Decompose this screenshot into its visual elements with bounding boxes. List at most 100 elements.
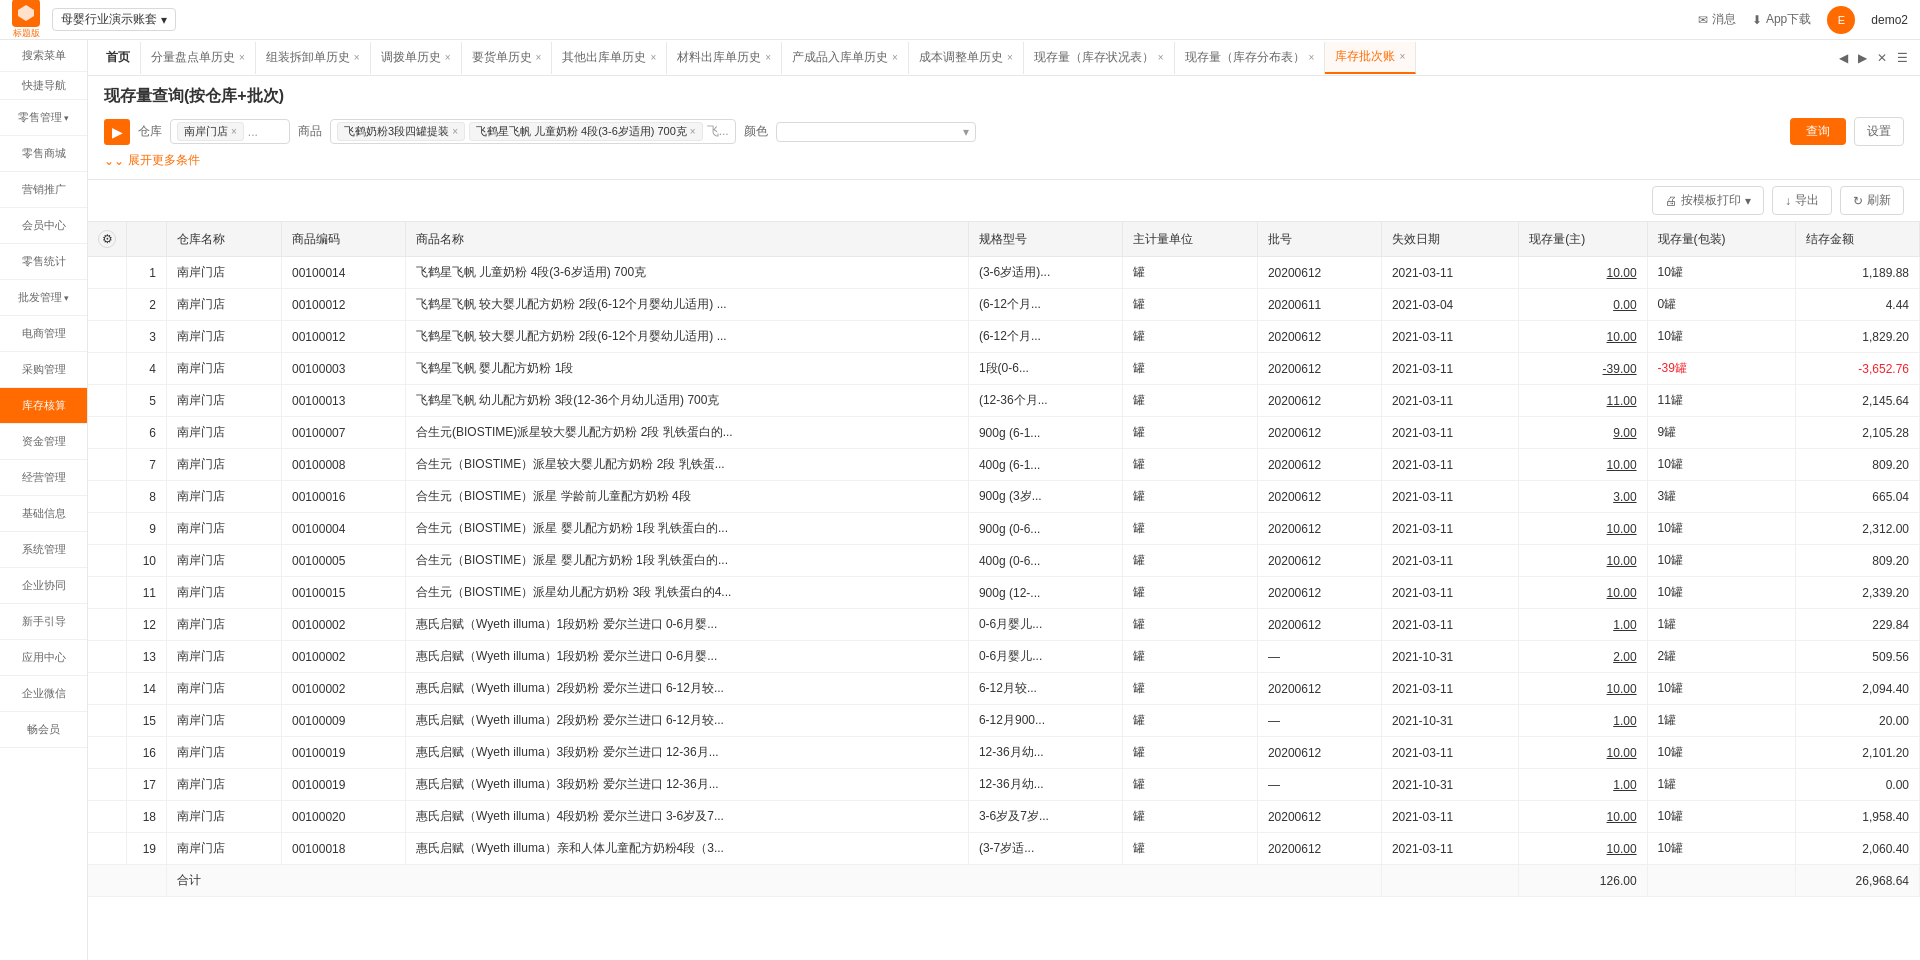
tab-9-close[interactable]: × <box>1158 52 1164 63</box>
tab-8[interactable]: 成本调整单历史 × <box>909 42 1024 74</box>
tab-5-close[interactable]: × <box>650 52 656 63</box>
row-qty-main[interactable]: 0.00 <box>1519 289 1647 321</box>
tab-11-close[interactable]: × <box>1399 51 1405 62</box>
row-settings[interactable] <box>88 769 127 801</box>
tab-1[interactable]: 分量盘点单历史 × <box>141 42 256 74</box>
query-button[interactable]: 查询 <box>1790 118 1846 145</box>
tab-11[interactable]: 库存批次账 × <box>1325 42 1416 74</box>
tab-10[interactable]: 现存量（库存分布表） × <box>1175 42 1326 74</box>
row-qty-main[interactable]: 11.00 <box>1519 385 1647 417</box>
tab-close-all-btn[interactable]: ✕ <box>1873 49 1891 67</box>
row-settings[interactable] <box>88 353 127 385</box>
row-qty-main[interactable]: 10.00 <box>1519 801 1647 833</box>
settings-button[interactable]: 设置 <box>1854 117 1904 146</box>
refresh-button[interactable]: ↻ 刷新 <box>1840 186 1904 215</box>
row-settings[interactable] <box>88 705 127 737</box>
sidebar-item-wholesale[interactable]: 批发管理 ▾ <box>0 280 87 316</box>
sidebar-item-inventory[interactable]: 库存核算 <box>0 388 87 424</box>
tab-3[interactable]: 调拨单历史 × <box>371 42 462 74</box>
row-qty-main[interactable]: 10.00 <box>1519 833 1647 865</box>
tab-next-btn[interactable]: ▶ <box>1854 49 1871 67</box>
tab-4-close[interactable]: × <box>536 52 542 63</box>
row-qty-main[interactable]: 10.00 <box>1519 513 1647 545</box>
row-qty-main[interactable]: 10.00 <box>1519 449 1647 481</box>
row-settings[interactable] <box>88 289 127 321</box>
sidebar-item-enterprise[interactable]: 企业协同 <box>0 568 87 604</box>
row-settings[interactable] <box>88 481 127 513</box>
goods-tag-1-close[interactable]: × <box>690 126 696 137</box>
sidebar-item-marketing[interactable]: 营销推广 <box>0 172 87 208</box>
tab-3-close[interactable]: × <box>445 52 451 63</box>
row-settings[interactable] <box>88 417 127 449</box>
sidebar-item-retail-stats[interactable]: 零售统计 <box>0 244 87 280</box>
row-qty-main[interactable]: 10.00 <box>1519 257 1647 289</box>
row-qty-main[interactable]: 1.00 <box>1519 705 1647 737</box>
user-avatar[interactable]: E <box>1827 6 1855 34</box>
sidebar-item-wechat[interactable]: 企业微信 <box>0 676 87 712</box>
row-qty-main[interactable]: 9.00 <box>1519 417 1647 449</box>
row-qty-main[interactable]: 1.00 <box>1519 769 1647 801</box>
tab-6-close[interactable]: × <box>765 52 771 63</box>
tab-prev-btn[interactable]: ◀ <box>1835 49 1852 67</box>
goods-tag-0-close[interactable]: × <box>452 126 458 137</box>
row-settings[interactable] <box>88 385 127 417</box>
sidebar-item-system[interactable]: 系统管理 <box>0 532 87 568</box>
tab-menu-btn[interactable]: ☰ <box>1893 49 1912 67</box>
row-settings[interactable] <box>88 833 127 865</box>
row-qty-main[interactable]: 2.00 <box>1519 641 1647 673</box>
breadcrumb-select[interactable]: 母婴行业演示账套 ▾ <box>52 8 176 31</box>
tab-7[interactable]: 产成品入库单历史 × <box>782 42 909 74</box>
row-settings[interactable] <box>88 545 127 577</box>
row-settings[interactable] <box>88 449 127 481</box>
sidebar-item-app-center[interactable]: 应用中心 <box>0 640 87 676</box>
sidebar-item-operations[interactable]: 经营管理 <box>0 460 87 496</box>
sidebar-item-retail-shop[interactable]: 零售商城 <box>0 136 87 172</box>
sidebar-item-basic-info[interactable]: 基础信息 <box>0 496 87 532</box>
row-settings[interactable] <box>88 321 127 353</box>
tab-10-close[interactable]: × <box>1309 52 1315 63</box>
row-qty-main[interactable]: 10.00 <box>1519 737 1647 769</box>
row-settings[interactable] <box>88 513 127 545</box>
row-settings[interactable] <box>88 641 127 673</box>
row-qty-main[interactable]: 10.00 <box>1519 545 1647 577</box>
row-settings[interactable] <box>88 737 127 769</box>
row-settings[interactable] <box>88 577 127 609</box>
row-qty-main[interactable]: 10.00 <box>1519 673 1647 705</box>
row-qty-main[interactable]: 10.00 <box>1519 321 1647 353</box>
export-button[interactable]: ↓ 导出 <box>1772 186 1832 215</box>
th-settings[interactable]: ⚙ <box>88 222 127 257</box>
sidebar-item-nav[interactable]: 快捷导航 <box>0 72 87 100</box>
tab-5[interactable]: 其他出库单历史 × <box>552 42 667 74</box>
sidebar-item-member-plus[interactable]: 畅会员 <box>0 712 87 748</box>
tab-2-close[interactable]: × <box>354 52 360 63</box>
sidebar-item-finance[interactable]: 资金管理 <box>0 424 87 460</box>
print-button[interactable]: 🖨 按模板打印 ▾ <box>1652 186 1764 215</box>
tab-4[interactable]: 要货单历史 × <box>462 42 553 74</box>
warehouse-tag-close[interactable]: × <box>231 126 237 137</box>
app-download-btn[interactable]: ⬇ App下载 <box>1752 11 1811 28</box>
message-btn[interactable]: ✉ 消息 <box>1698 11 1736 28</box>
color-input[interactable]: ▾ <box>776 122 976 142</box>
tab-6[interactable]: 材料出库单历史 × <box>667 42 782 74</box>
tab-8-close[interactable]: × <box>1007 52 1013 63</box>
sidebar-item-ecommerce[interactable]: 电商管理 <box>0 316 87 352</box>
row-settings[interactable] <box>88 609 127 641</box>
tab-9[interactable]: 现存量（库存状况表） × <box>1024 42 1175 74</box>
sidebar-item-search[interactable]: 搜索菜单 <box>0 40 87 72</box>
row-qty-main[interactable]: 1.00 <box>1519 609 1647 641</box>
goods-input[interactable]: 飞鹤奶粉3段四罐提装 × 飞鹤星飞帆 儿童奶粉 4段(3-6岁适用) 700克 … <box>330 119 736 144</box>
row-settings[interactable] <box>88 257 127 289</box>
row-qty-main[interactable]: 3.00 <box>1519 481 1647 513</box>
tab-home[interactable]: 首页 <box>96 42 141 74</box>
row-qty-main[interactable]: 10.00 <box>1519 577 1647 609</box>
tab-1-close[interactable]: × <box>239 52 245 63</box>
settings-circle-icon[interactable]: ⚙ <box>98 230 116 248</box>
sidebar-item-member[interactable]: 会员中心 <box>0 208 87 244</box>
tab-7-close[interactable]: × <box>892 52 898 63</box>
expand-more-btn[interactable]: ⌄⌄ 展开更多条件 <box>104 152 1904 169</box>
row-settings[interactable] <box>88 801 127 833</box>
sidebar-item-retail-mgmt[interactable]: 零售管理 ▾ <box>0 100 87 136</box>
warehouse-input[interactable]: 南岸门店 × ... <box>170 119 290 144</box>
tab-2[interactable]: 组装拆卸单历史 × <box>256 42 371 74</box>
row-qty-main[interactable]: -39.00 <box>1519 353 1647 385</box>
